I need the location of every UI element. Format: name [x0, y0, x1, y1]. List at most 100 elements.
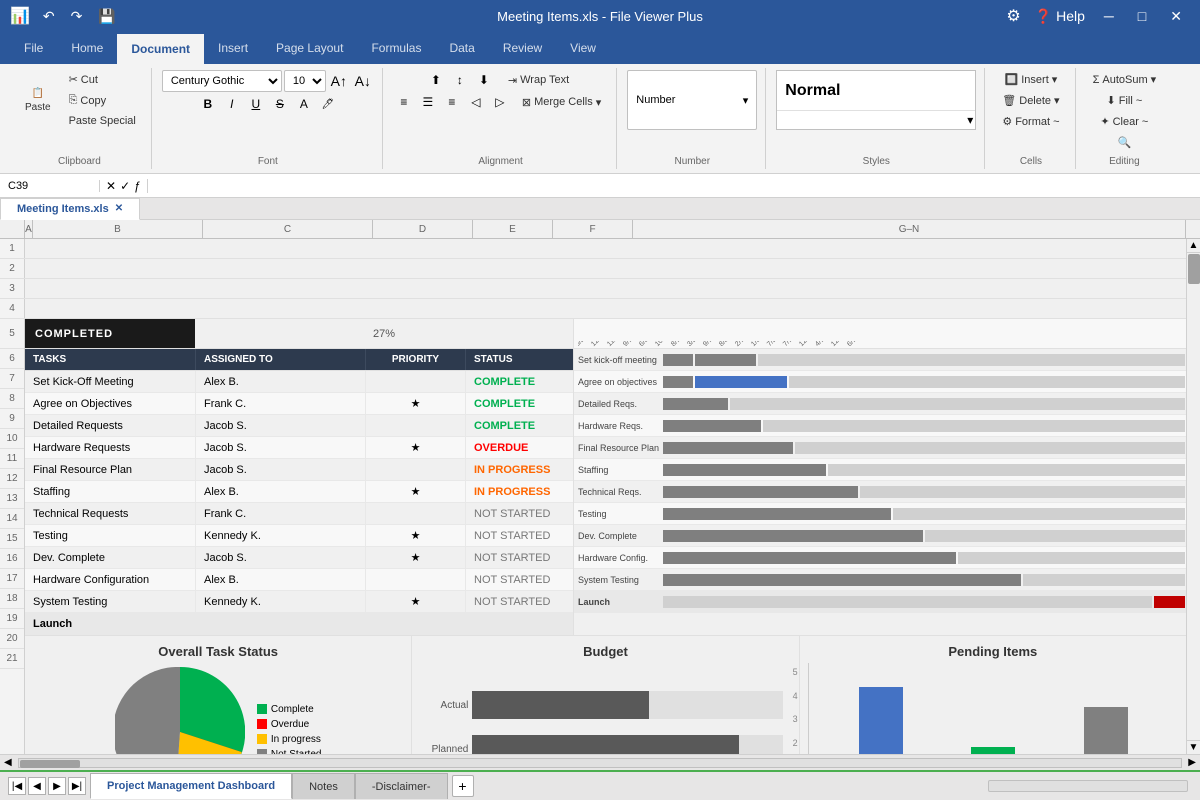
maximize-btn[interactable]: □	[1130, 6, 1154, 26]
font-name-select[interactable]: Century Gothic	[162, 70, 282, 92]
align-top-btn[interactable]: ⬆	[425, 70, 447, 90]
progress-pct-cell: 27%	[195, 319, 573, 348]
pending-bar-group-actions: Actions	[937, 747, 1049, 754]
settings-icon[interactable]: ⚙	[1006, 6, 1020, 26]
italic-button[interactable]: I	[221, 94, 243, 114]
vertical-scrollbar[interactable]: ▲ ▼	[1186, 239, 1200, 754]
col-header-c[interactable]: C	[203, 220, 373, 238]
tab-page-layout[interactable]: Page Layout	[262, 32, 357, 64]
decrease-indent-btn[interactable]: ◁	[465, 92, 487, 112]
style-normal: Normal	[777, 71, 975, 110]
bold-button[interactable]: B	[197, 94, 219, 114]
next-sheet-btn[interactable]: ▶	[48, 777, 66, 795]
strikethrough-button[interactable]: S	[269, 94, 291, 114]
scroll-down-btn[interactable]: ▼	[1187, 740, 1200, 754]
align-left-btn[interactable]: ≡	[393, 92, 415, 112]
autosum-button[interactable]: Σ AutoSum ▾	[1086, 70, 1164, 89]
styles-expand-icon[interactable]: ▾	[967, 113, 973, 127]
formula-icons: ✕ ✓ ƒ	[100, 179, 148, 193]
close-btn[interactable]: ✕	[1162, 6, 1190, 27]
help-btn[interactable]: ❓ Help	[1035, 8, 1085, 25]
gantt-bar-row	[662, 420, 1186, 432]
file-tab-name: Meeting Items.xls	[17, 203, 109, 215]
task-header-row: TASKS ASSIGNED TO PRIORITY STATUS	[25, 349, 573, 371]
task-name: Detailed Requests	[25, 415, 195, 436]
col-header-d[interactable]: D	[373, 220, 473, 238]
col-header-f[interactable]: F	[553, 220, 633, 238]
fill-button[interactable]: ⬇ Fill ~	[1100, 91, 1150, 110]
fill-color-btn[interactable]: 🖊	[317, 94, 339, 114]
paste-special-button[interactable]: Paste Special	[62, 112, 143, 130]
y-label: 2	[793, 738, 798, 748]
task-name: System Testing	[25, 591, 195, 612]
scroll-thumb[interactable]	[1188, 254, 1200, 284]
styles-dropdown[interactable]: Normal ▾	[776, 70, 976, 130]
font-color-btn[interactable]: A	[293, 94, 315, 114]
table-row: Dev. Complete	[574, 525, 1186, 547]
col-header-b[interactable]: B	[33, 220, 203, 238]
pie-chart-box: Overall Task Status	[25, 636, 412, 754]
insert-function-icon[interactable]: ƒ	[134, 179, 141, 193]
align-center-btn[interactable]: ☰	[417, 92, 439, 112]
tab-view[interactable]: View	[556, 32, 610, 64]
tab-insert[interactable]: Insert	[204, 32, 262, 64]
underline-button[interactable]: U	[245, 94, 267, 114]
prev-sheet-btn[interactable]: ◀	[28, 777, 46, 795]
sheet-tab-dashboard[interactable]: Project Management Dashboard	[90, 773, 292, 799]
col-header-e[interactable]: E	[473, 220, 553, 238]
font-shrink-btn[interactable]: A↓	[352, 71, 374, 91]
h-scroll-track	[18, 758, 1183, 768]
copy-button[interactable]: ⎘ Copy	[62, 91, 143, 110]
col-header-g[interactable]: G–N	[633, 220, 1186, 238]
merge-cells-button[interactable]: ⊠ Merge Cells ▾	[515, 93, 608, 112]
gantt-bar-launch	[1154, 596, 1185, 608]
scroll-left-btn[interactable]: ◀	[0, 757, 16, 768]
add-sheet-btn[interactable]: +	[452, 775, 474, 797]
font-grow-btn[interactable]: A↑	[328, 71, 350, 91]
cancel-formula-icon[interactable]: ✕	[106, 179, 116, 193]
tab-file[interactable]: File	[10, 32, 57, 64]
minimize-btn[interactable]: ─	[1096, 6, 1122, 26]
cut-button[interactable]: ✂ Cut	[62, 70, 143, 89]
sheet-tab-notes[interactable]: Notes	[292, 773, 355, 799]
tab-formulas[interactable]: Formulas	[357, 32, 435, 64]
clear-button[interactable]: ✦ Clear ~	[1093, 112, 1155, 131]
tab-data[interactable]: Data	[435, 32, 488, 64]
budget-chart-content: Actual Planned	[420, 667, 790, 754]
insert-button[interactable]: 🔲 Insert ▾	[998, 70, 1065, 89]
increase-indent-btn[interactable]: ▷	[489, 92, 511, 112]
save-btn[interactable]: 💾	[98, 8, 115, 25]
pending-y-axis: 0 1 2 3 4 5	[793, 663, 798, 754]
format-button[interactable]: ⚙ Format ~	[995, 112, 1066, 131]
cell-reference[interactable]: C39	[0, 180, 100, 192]
find-button[interactable]: 🔍	[1111, 133, 1139, 152]
scroll-up-btn[interactable]: ▲	[1187, 239, 1200, 253]
tab-document[interactable]: Document	[117, 32, 204, 64]
number-format-box[interactable]: Number ▾	[627, 70, 757, 130]
bottom-scrollbar[interactable]	[988, 780, 1188, 792]
first-sheet-btn[interactable]: |◀	[8, 777, 26, 795]
gantt-task-label: Technical Reqs.	[574, 487, 662, 497]
sheet-tab-disclaimer[interactable]: -Disclaimer-	[355, 773, 448, 799]
align-bottom-btn[interactable]: ⬇	[473, 70, 495, 90]
last-sheet-btn[interactable]: ▶|	[68, 777, 86, 795]
scroll-right-btn[interactable]: ▶	[1184, 757, 1200, 768]
paste-button[interactable]: 📋 Paste	[16, 83, 60, 118]
tab-review[interactable]: Review	[489, 32, 556, 64]
number-dropdown-icon[interactable]: ▾	[743, 94, 749, 107]
file-tab-active[interactable]: Meeting Items.xls ✕	[0, 198, 140, 220]
align-middle-btn[interactable]: ↕	[449, 70, 471, 90]
confirm-formula-icon[interactable]: ✓	[120, 179, 130, 193]
font-size-select[interactable]: 10	[284, 70, 326, 92]
gantt-bar-empty	[758, 354, 1185, 366]
delete-button[interactable]: 🗑 Delete ▾	[995, 91, 1066, 110]
task-status: NOT STARTED	[465, 591, 573, 612]
undo-btn[interactable]: ↶	[43, 8, 55, 25]
wrap-text-button[interactable]: ⇥ Wrap Text	[501, 71, 576, 90]
align-right-btn[interactable]: ≡	[441, 92, 463, 112]
close-file-tab-icon[interactable]: ✕	[115, 203, 123, 214]
h-scroll-thumb[interactable]	[20, 760, 80, 768]
col-header-a[interactable]: A	[25, 220, 33, 238]
redo-btn[interactable]: ↷	[71, 8, 83, 25]
tab-home[interactable]: Home	[57, 32, 117, 64]
